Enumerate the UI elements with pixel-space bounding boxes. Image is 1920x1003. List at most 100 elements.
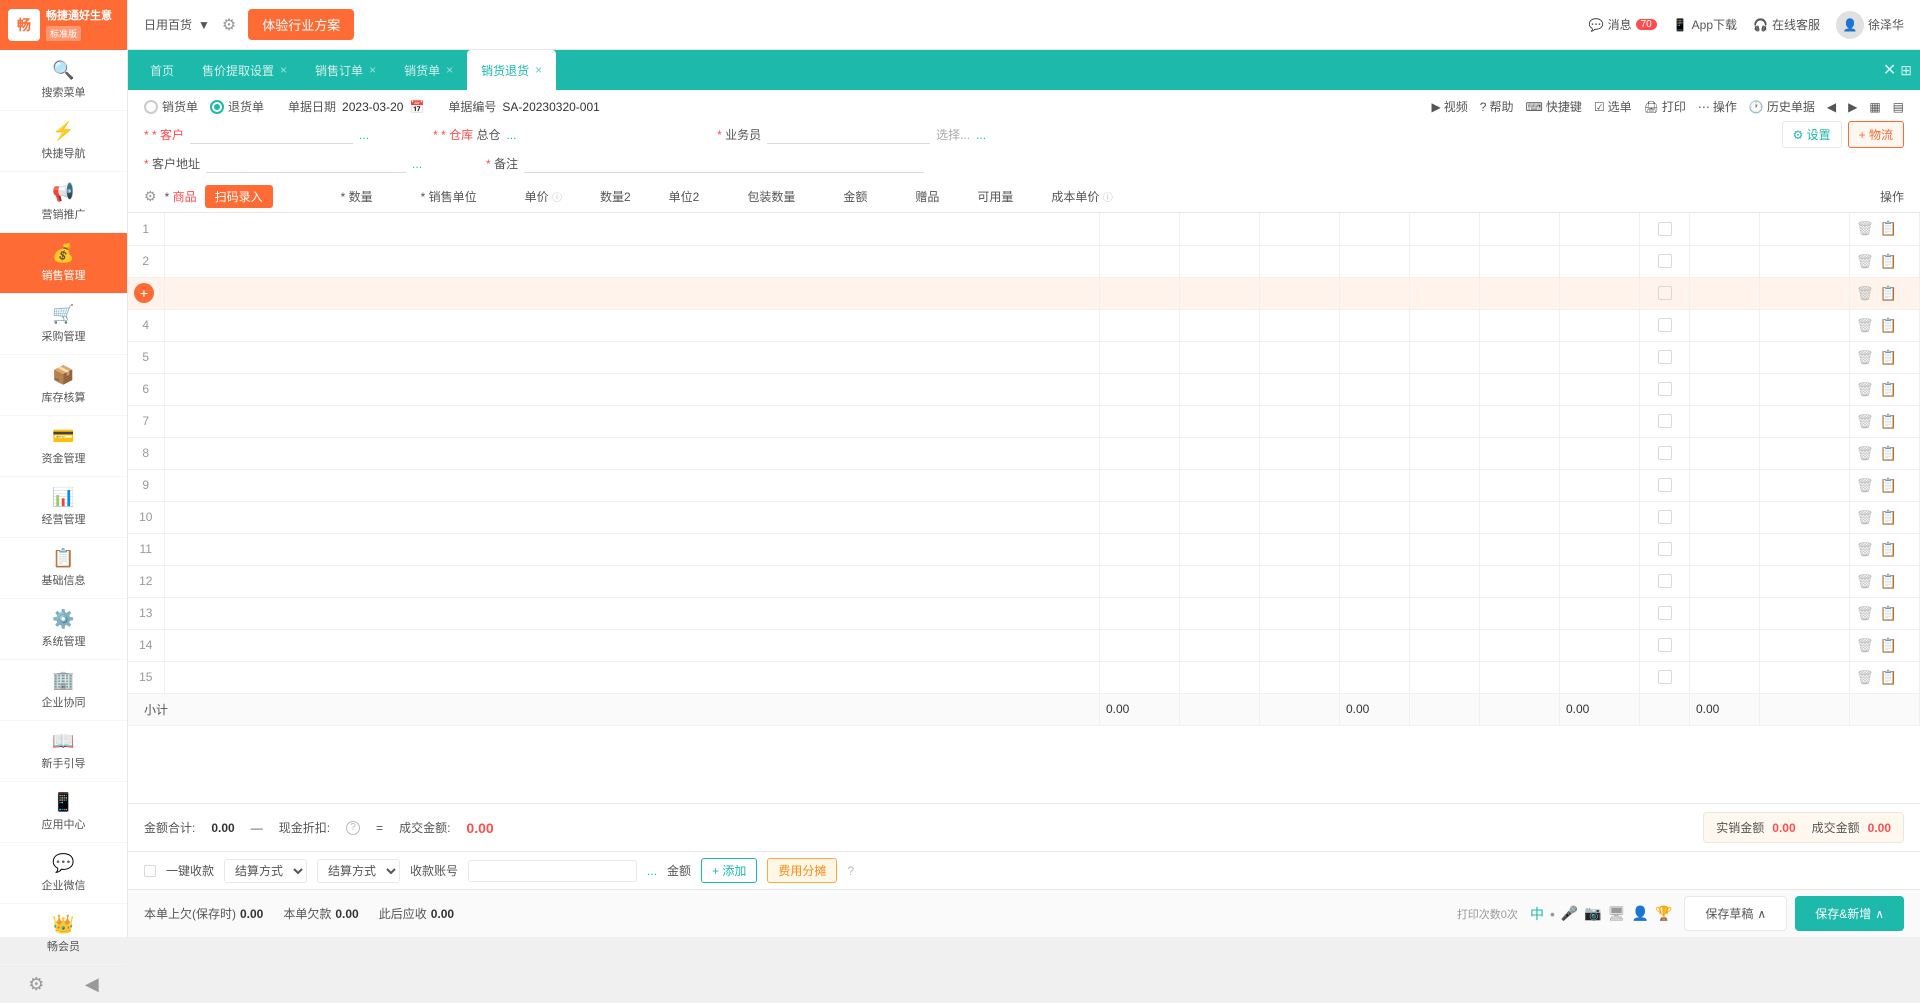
pack-cell-4[interactable]: [1480, 309, 1560, 341]
toolbar-help[interactable]: ? 帮助: [1480, 98, 1514, 115]
cost-cell-11[interactable]: [1760, 533, 1850, 565]
status-icon-screen[interactable]: 🖥: [1608, 905, 1626, 922]
price-cell-5[interactable]: [1260, 341, 1340, 373]
sidebar-item-search[interactable]: 🔍 搜索菜单: [0, 50, 127, 111]
delete-icon-2[interactable]: 🗑: [1856, 253, 1874, 270]
sidebar-settings-icon[interactable]: ⚙: [28, 974, 44, 995]
qty2-cell-15[interactable]: [1340, 661, 1410, 693]
cost-cell-6[interactable]: [1760, 373, 1850, 405]
amount-cell-11[interactable]: [1560, 533, 1640, 565]
experience-btn[interactable]: 体验行业方案: [248, 9, 354, 40]
gift-cell-2[interactable]: [1640, 245, 1690, 277]
tab-home[interactable]: 首页: [136, 50, 188, 90]
goods-cell-8[interactable]: [164, 437, 1100, 469]
copy-icon-9[interactable]: 📋: [1880, 477, 1897, 494]
cost-cell-5[interactable]: [1760, 341, 1850, 373]
cost-cell-15[interactable]: [1760, 661, 1850, 693]
qty2-cell-3[interactable]: [1340, 277, 1410, 309]
toolbar-print[interactable]: 🖨 打印: [1644, 98, 1686, 115]
price-cell-2[interactable]: [1260, 245, 1340, 277]
sales-unit-cell-5[interactable]: [1180, 341, 1260, 373]
avail-cell-3[interactable]: [1690, 277, 1760, 309]
copy-icon-13[interactable]: 📋: [1880, 605, 1897, 622]
cost-cell-8[interactable]: [1760, 437, 1850, 469]
unit2-cell-3[interactable]: [1410, 277, 1480, 309]
qty2-cell-14[interactable]: [1340, 629, 1410, 661]
tab-price-settings[interactable]: 售价提取设置 ×: [188, 50, 301, 90]
sidebar-item-system[interactable]: ⚙️ 系统管理: [0, 599, 127, 660]
unit2-cell-10[interactable]: [1410, 501, 1480, 533]
price-cell-13[interactable]: [1260, 597, 1340, 629]
gift-cell-7[interactable]: [1640, 405, 1690, 437]
gift-checkbox-7[interactable]: [1658, 414, 1672, 428]
gift-checkbox-4[interactable]: [1658, 318, 1672, 332]
unit2-cell-15[interactable]: [1410, 661, 1480, 693]
remark-input[interactable]: [524, 154, 924, 173]
goods-cell-1[interactable]: [164, 213, 1100, 245]
qty-cell-10[interactable]: [1100, 501, 1180, 533]
delete-icon-15[interactable]: 🗑: [1856, 669, 1874, 686]
copy-icon-11[interactable]: 📋: [1880, 541, 1897, 558]
qty2-cell-12[interactable]: [1340, 565, 1410, 597]
avail-cell-7[interactable]: [1690, 405, 1760, 437]
qty-cell-9[interactable]: [1100, 469, 1180, 501]
goods-cell-2[interactable]: [164, 245, 1100, 277]
copy-icon-6[interactable]: 📋: [1880, 381, 1897, 398]
goods-input-3[interactable]: [171, 286, 1094, 300]
delete-icon-4[interactable]: 🗑: [1856, 317, 1874, 334]
avail-cell-9[interactable]: [1690, 469, 1760, 501]
qty-cell-15[interactable]: [1100, 661, 1180, 693]
tab-price-settings-close[interactable]: ×: [280, 63, 287, 77]
unit2-cell-1[interactable]: [1410, 213, 1480, 245]
price-cell-8[interactable]: [1260, 437, 1340, 469]
cost-cell-4[interactable]: [1760, 309, 1850, 341]
amount-cell-2[interactable]: [1560, 245, 1640, 277]
price-cell-4[interactable]: [1260, 309, 1340, 341]
online-service-item[interactable]: 🎧 在线客服: [1753, 16, 1820, 33]
help3-icon[interactable]: ?: [847, 864, 854, 878]
pack-cell-6[interactable]: [1480, 373, 1560, 405]
gift-cell-1[interactable]: [1640, 213, 1690, 245]
qty2-cell-8[interactable]: [1340, 437, 1410, 469]
unit2-cell-4[interactable]: [1410, 309, 1480, 341]
gift-checkbox-2[interactable]: [1658, 254, 1672, 268]
pack-cell-11[interactable]: [1480, 533, 1560, 565]
delete-icon-6[interactable]: 🗑: [1856, 381, 1874, 398]
amount-cell-3[interactable]: [1560, 277, 1640, 309]
scan-entry-btn[interactable]: 扫码录入: [205, 185, 273, 208]
calc-method-select[interactable]: 结算方式: [317, 859, 400, 883]
gift-checkbox-11[interactable]: [1658, 542, 1672, 556]
tab-sales-order[interactable]: 销售订单 ×: [301, 50, 390, 90]
cost-cell-3[interactable]: [1760, 277, 1850, 309]
avail-cell-4[interactable]: [1690, 309, 1760, 341]
sidebar-item-marketing[interactable]: 📢 营销推广: [0, 172, 127, 233]
radio-sales-delivery[interactable]: 销货单: [144, 98, 198, 115]
address-dots[interactable]: ...: [412, 157, 422, 171]
cost-cell-12[interactable]: [1760, 565, 1850, 597]
qty2-cell-6[interactable]: [1340, 373, 1410, 405]
pack-cell-8[interactable]: [1480, 437, 1560, 469]
sales-unit-cell-2[interactable]: [1180, 245, 1260, 277]
sidebar-item-enterprise[interactable]: 🏢 企业协同: [0, 660, 127, 721]
goods-cell-11[interactable]: [164, 533, 1100, 565]
amount-cell-4[interactable]: [1560, 309, 1640, 341]
pack-cell-14[interactable]: [1480, 629, 1560, 661]
tab-sales-order-close[interactable]: ×: [369, 63, 376, 77]
salesperson-input[interactable]: [767, 125, 930, 144]
sales-unit-cell-9[interactable]: [1180, 469, 1260, 501]
delete-icon-13[interactable]: 🗑: [1856, 605, 1874, 622]
gift-checkbox-5[interactable]: [1658, 350, 1672, 364]
amount-cell-9[interactable]: [1560, 469, 1640, 501]
account-dots[interactable]: ...: [647, 864, 657, 878]
gift-cell-3[interactable]: [1640, 277, 1690, 309]
avail-cell-5[interactable]: [1690, 341, 1760, 373]
qty2-cell-13[interactable]: [1340, 597, 1410, 629]
qty-cell-13[interactable]: [1100, 597, 1180, 629]
customer-input[interactable]: [190, 125, 353, 144]
customer-dots[interactable]: ...: [359, 128, 369, 142]
avail-cell-6[interactable]: [1690, 373, 1760, 405]
copy-icon-12[interactable]: 📋: [1880, 573, 1897, 590]
add-payment-btn[interactable]: + 添加: [701, 858, 757, 883]
tab-sales-return[interactable]: 销货退货 ×: [467, 50, 556, 90]
pack-cell-10[interactable]: [1480, 501, 1560, 533]
